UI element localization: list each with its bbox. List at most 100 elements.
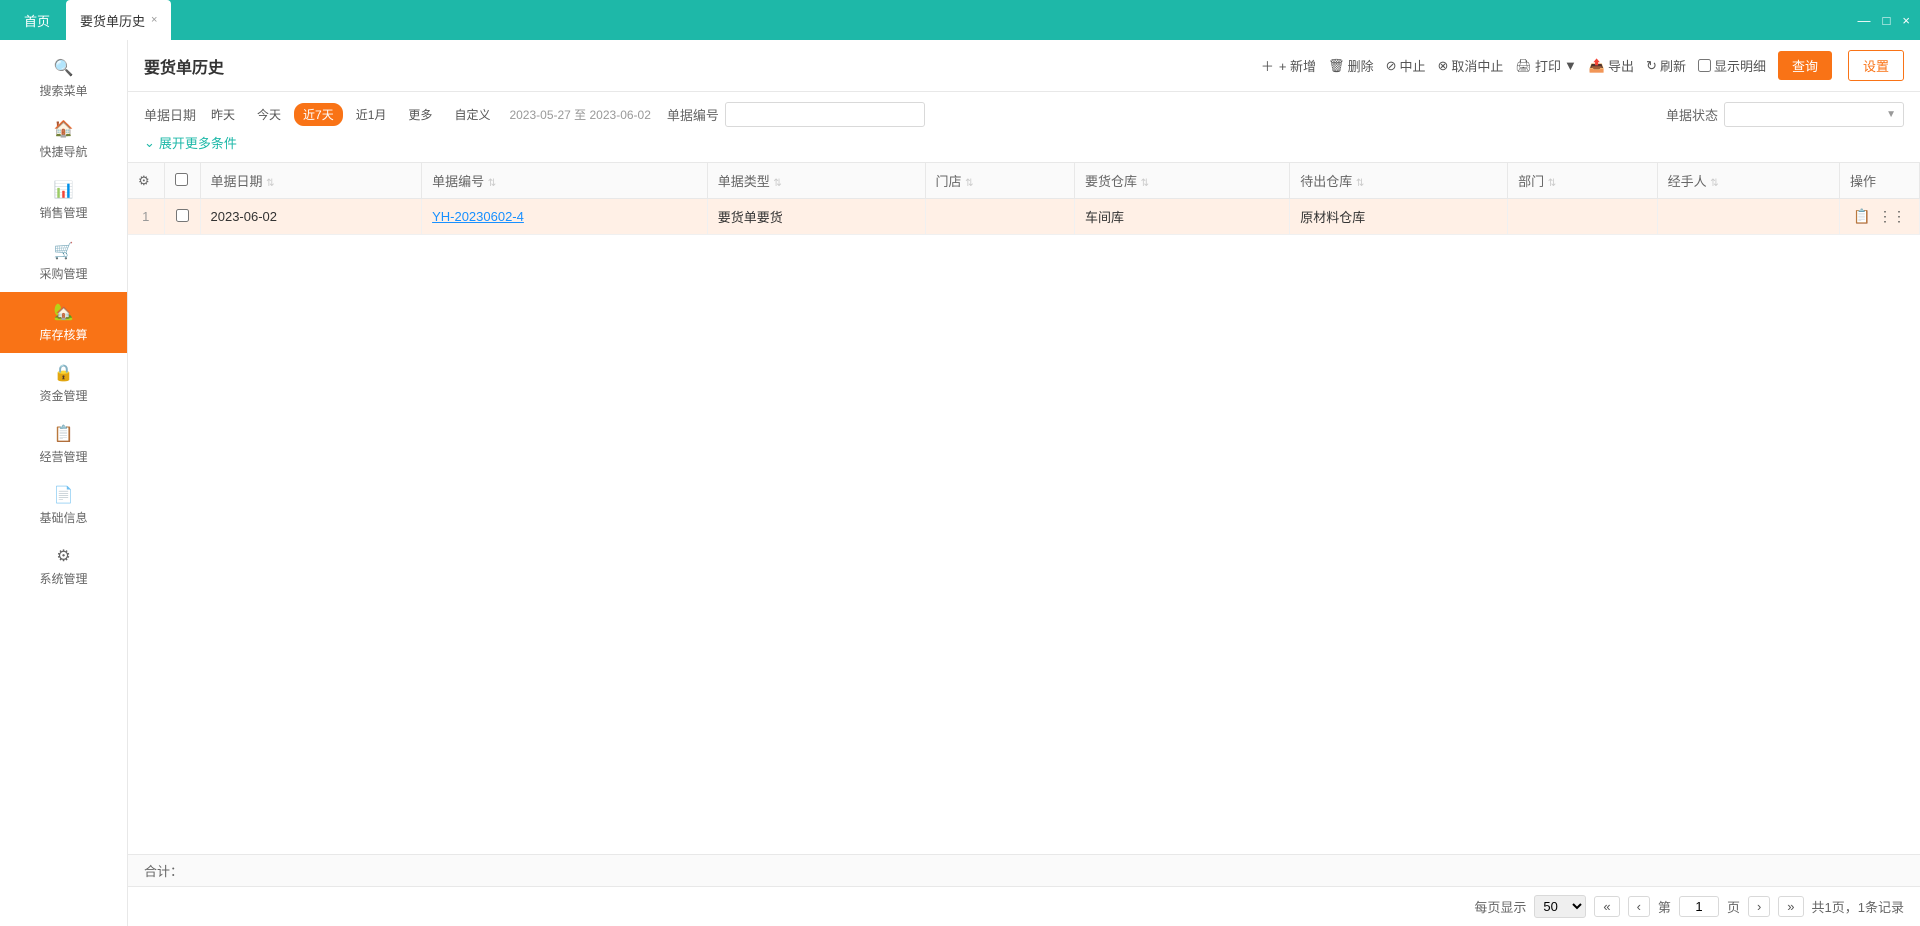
sort-docno-icon: ⇅: [488, 178, 496, 189]
row-num-0: 1: [128, 199, 164, 235]
col-req-warehouse[interactable]: 要货仓库 ⇅: [1075, 163, 1290, 199]
quick-nav-icon: 🏠: [54, 119, 74, 139]
col-doc-no[interactable]: 单据编号 ⇅: [422, 163, 708, 199]
sort-date-icon: ⇅: [266, 178, 274, 189]
stop-button[interactable]: ⊘ 中止: [1386, 56, 1426, 75]
next-page-button[interactable]: ›: [1748, 896, 1770, 917]
tab-home[interactable]: 首页: [10, 0, 64, 40]
sort-handler-icon: ⇅: [1710, 178, 1718, 189]
status-label: 单据状态: [1666, 105, 1718, 124]
sidebar-item-quick-nav[interactable]: 🏠 快捷导航: [0, 109, 127, 170]
last-page-button[interactable]: »: [1778, 896, 1803, 917]
sidebar-item-sales[interactable]: 📊 销售管理: [0, 170, 127, 231]
inventory-icon: 🏡: [54, 302, 74, 322]
toolbar: ＋ + 新增 🗑 删除 ⊘ 中止 ⊗ 取消中止 🖨 打印: [1261, 50, 1904, 81]
sidebar-item-finance[interactable]: 🔒 资金管理: [0, 353, 127, 414]
col-pending-warehouse[interactable]: 待出仓库 ⇅: [1290, 163, 1508, 199]
sidebar-item-basic-info[interactable]: 📄 基础信息: [0, 475, 127, 536]
col-checkbox: [164, 163, 200, 199]
page-num-prefix: 第: [1658, 897, 1671, 916]
query-button[interactable]: 查询: [1778, 51, 1832, 80]
delete-icon: 🗑: [1328, 58, 1345, 74]
row-view-icon-0[interactable]: 📋: [1853, 208, 1870, 224]
page-num-input[interactable]: [1679, 896, 1719, 917]
content-area: 要货单历史 ＋ + 新增 🗑 删除 ⊘ 中止 ⊗ 取消中止: [128, 40, 1920, 926]
delete-button[interactable]: 🗑 删除: [1328, 56, 1374, 75]
date-btn-1month[interactable]: 近1月: [347, 103, 396, 126]
sidebar-item-search-menu[interactable]: 🔍 搜索菜单: [0, 48, 127, 109]
settings-button[interactable]: 设置: [1848, 50, 1904, 81]
col-actions: 操作: [1840, 163, 1920, 199]
minimize-icon[interactable]: —: [1858, 13, 1871, 28]
col-store[interactable]: 门店 ⇅: [925, 163, 1074, 199]
sidebar-item-label-purchase: 采购管理: [39, 265, 87, 282]
cancel-stop-button[interactable]: ⊗ 取消中止: [1438, 56, 1504, 75]
stop-icon: ⊘: [1386, 58, 1397, 74]
maximize-icon[interactable]: □: [1883, 13, 1891, 28]
date-filter-label: 单据日期: [144, 105, 196, 124]
date-range-display: 2023-05-27 至 2023-06-02: [509, 106, 650, 123]
col-date[interactable]: 单据日期 ⇅: [200, 163, 422, 199]
sales-icon: 📊: [54, 180, 74, 200]
print-icon: 🖨: [1515, 58, 1532, 74]
date-btn-yesterday[interactable]: 昨天: [202, 103, 244, 126]
prev-page-button[interactable]: ‹: [1628, 896, 1650, 917]
row-pending-wh-0: 原材料仓库: [1290, 199, 1508, 235]
date-btn-7days[interactable]: 近7天: [294, 103, 343, 126]
system-icon: ⚙: [56, 546, 70, 566]
export-button[interactable]: 📤 导出: [1589, 56, 1634, 75]
filter-area: 单据日期 昨天 今天 近7天 近1月 更多 自定义 2023-05-27 至 2…: [128, 92, 1920, 163]
sidebar-item-label-operation: 经营管理: [39, 448, 87, 465]
print-button[interactable]: 🖨 打印 ▼: [1515, 56, 1576, 75]
tab-active[interactable]: 要货单历史 ×: [66, 0, 171, 40]
expand-conditions-button[interactable]: ⌄ 展开更多条件: [144, 133, 1904, 152]
refresh-button[interactable]: ↻ 刷新: [1646, 56, 1686, 75]
date-btn-more[interactable]: 更多: [399, 103, 441, 126]
active-tab-label: 要货单历史: [80, 11, 145, 30]
display-detail-toggle[interactable]: 显示明细: [1698, 56, 1766, 75]
col-dept[interactable]: 部门 ⇅: [1508, 163, 1657, 199]
status-select[interactable]: [1724, 102, 1904, 127]
page-suffix: 页: [1727, 897, 1740, 916]
select-all-checkbox[interactable]: [175, 173, 188, 186]
tab-close-icon[interactable]: ×: [151, 14, 157, 26]
row-actions-0: 📋 ⋮⋮: [1840, 199, 1920, 235]
refresh-icon: ↻: [1646, 58, 1657, 74]
sidebar-item-operation[interactable]: 📋 经营管理: [0, 414, 127, 475]
first-page-button[interactable]: «: [1594, 896, 1619, 917]
search-menu-icon: 🔍: [54, 58, 74, 78]
display-detail-label: 显示明细: [1714, 56, 1766, 75]
pagination: 每页显示 50 10 20 100 « ‹ 第 页 › » 共1页，1条记录: [128, 886, 1920, 926]
date-btn-custom[interactable]: 自定义: [445, 103, 499, 126]
date-btn-today[interactable]: 今天: [248, 103, 290, 126]
total-info: 共1页，1条记录: [1812, 897, 1904, 916]
doc-no-label: 单据编号: [667, 105, 719, 124]
sort-doctype-icon: ⇅: [773, 178, 781, 189]
sidebar: 🔍 搜索菜单 🏠 快捷导航 📊 销售管理 🛒 采购管理 🏡 库存核算 🔒 资金管…: [0, 40, 128, 926]
sidebar-item-purchase[interactable]: 🛒 采购管理: [0, 231, 127, 292]
export-icon: 📤: [1589, 58, 1605, 74]
col-handler[interactable]: 经手人 ⇅: [1657, 163, 1839, 199]
row-more-icon-0[interactable]: ⋮⋮: [1878, 208, 1906, 224]
col-doc-type[interactable]: 单据类型 ⇅: [707, 163, 925, 199]
sidebar-item-system[interactable]: ⚙ 系统管理: [0, 536, 127, 597]
row-req-wh-0: 车间库: [1075, 199, 1290, 235]
summary-label: 合计：: [144, 864, 183, 879]
operation-icon: 📋: [54, 424, 74, 444]
close-window-icon[interactable]: ×: [1902, 13, 1910, 28]
page-title: 要货单历史: [144, 54, 224, 78]
sidebar-item-inventory[interactable]: 🏡 库存核算: [0, 292, 127, 353]
doc-no-input[interactable]: [725, 102, 925, 127]
page-size-select[interactable]: 50 10 20 100: [1534, 895, 1586, 918]
add-button[interactable]: ＋ + 新增: [1261, 56, 1316, 75]
col-settings[interactable]: ⚙: [128, 163, 164, 199]
row-select-checkbox-0[interactable]: [176, 209, 189, 222]
data-table: ⚙ 单据日期 ⇅ 单据编号 ⇅ 单据类型 ⇅ 门店 ⇅ 要货仓库 ⇅ 待出仓库 …: [128, 163, 1920, 235]
top-bar: 首页 要货单历史 × — □ ×: [0, 0, 1920, 40]
page-header: 要货单历史 ＋ + 新增 🗑 删除 ⊘ 中止 ⊗ 取消中止: [128, 40, 1920, 92]
add-icon: ＋: [1261, 56, 1274, 75]
row-docno-link-0[interactable]: YH-20230602-4: [432, 209, 524, 224]
sidebar-item-label-search: 搜索菜单: [39, 82, 87, 99]
display-detail-checkbox[interactable]: [1698, 59, 1711, 72]
sort-dept-icon: ⇅: [1548, 178, 1556, 189]
